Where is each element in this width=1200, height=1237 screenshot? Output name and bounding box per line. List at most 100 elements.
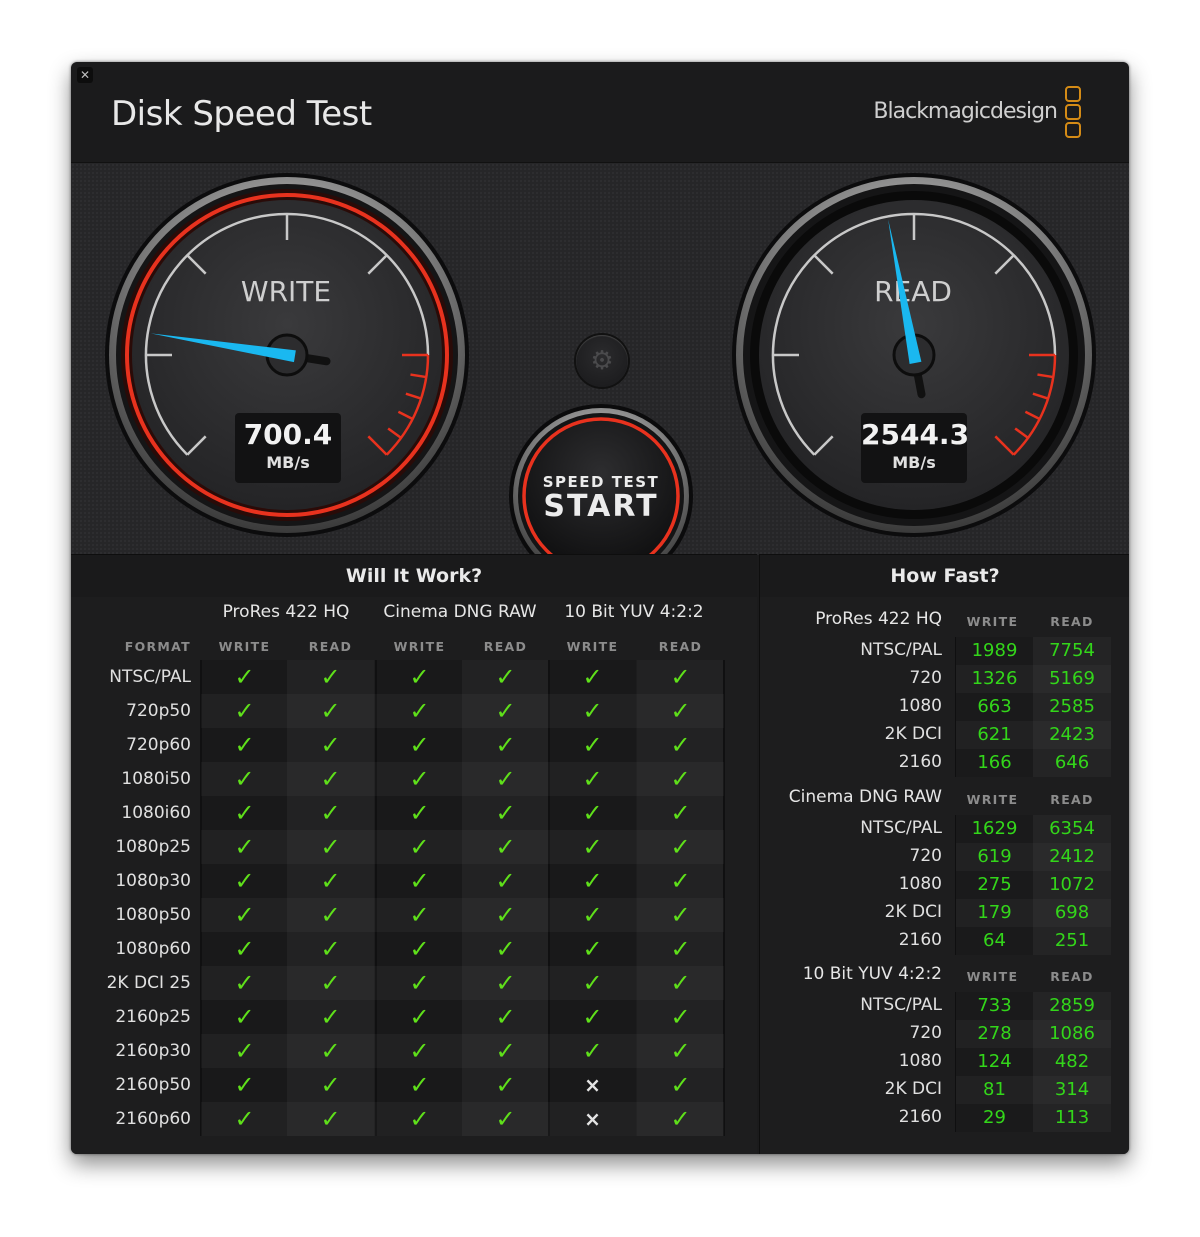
hf-write-header: WRITE [966, 614, 1019, 629]
check-icon: ✓ [670, 1071, 691, 1099]
check-icon: ✓ [495, 663, 516, 691]
cross-icon: × [584, 1107, 601, 1131]
hf-read-value: 2423 [1049, 724, 1095, 745]
hf-read-header: READ [1050, 969, 1094, 984]
check-icon: ✓ [582, 731, 603, 759]
check-icon: ✓ [234, 969, 255, 997]
will-it-work-panel: Will It Work? ProRes 422 HQ WRITE READ Cine… [71, 554, 757, 1154]
wiw-format-label: 2K DCI 25 [106, 973, 191, 993]
check-icon: ✓ [409, 901, 430, 929]
how-fast-title: How Fast? [760, 555, 1129, 597]
check-icon: ✓ [234, 867, 255, 895]
check-icon: ✓ [670, 765, 691, 793]
check-icon: ✓ [409, 1003, 430, 1031]
will-it-work-title: Will It Work? [71, 555, 757, 597]
wiw-col-header: WRITE [566, 639, 619, 654]
check-icon: ✓ [495, 867, 516, 895]
check-icon: ✓ [495, 1105, 516, 1133]
settings-button[interactable]: ⚙ [576, 335, 628, 387]
check-icon: ✓ [495, 935, 516, 963]
hf-write-value: 621 [977, 724, 1012, 745]
wiw-format-label: 720p60 [126, 735, 191, 755]
wiw-col-header: READ [308, 639, 353, 654]
wiw-format-label: 1080i50 [121, 769, 191, 789]
hf-read-value: 5169 [1049, 668, 1095, 689]
how-fast-panel: How Fast? ProRes 422 HQ WRITE READ NTSC/PAL… [759, 554, 1129, 1154]
gear-icon: ⚙ [590, 346, 614, 376]
check-icon: ✓ [320, 833, 341, 861]
check-icon: ✓ [409, 731, 430, 759]
hf-group-header: Cinema DNG RAW [788, 787, 942, 807]
hf-read-value: 251 [1054, 930, 1090, 951]
check-icon: ✓ [495, 833, 516, 861]
hf-format-label: 1080 [898, 874, 942, 894]
hf-read-value: 482 [1054, 1051, 1090, 1072]
hf-format-label: 720 [909, 846, 942, 866]
hf-format-label: 2160 [898, 752, 942, 772]
check-icon: ✓ [409, 663, 430, 691]
hf-read-value: 113 [1054, 1107, 1090, 1128]
check-icon: ✓ [495, 901, 516, 929]
hf-format-label: 720 [909, 668, 942, 688]
wiw-format-label: 2160p30 [115, 1041, 191, 1061]
hf-format-label: 2K DCI [884, 902, 942, 922]
write-gauge-label: WRITE [240, 275, 332, 308]
wiw-format-label: 1080i60 [121, 803, 191, 823]
check-icon: ✓ [582, 1003, 603, 1031]
check-icon: ✓ [409, 935, 430, 963]
hf-write-value: 1629 [971, 818, 1018, 839]
check-icon: ✓ [320, 1071, 341, 1099]
check-icon: ✓ [234, 765, 255, 793]
check-icon: ✓ [234, 731, 255, 759]
hf-write-header: WRITE [966, 792, 1019, 807]
hf-read-header: READ [1050, 792, 1094, 807]
wiw-format-label: 1080p60 [115, 939, 191, 959]
hf-format-label: 2K DCI [884, 1079, 942, 1099]
wiw-format-label: 2160p60 [115, 1109, 191, 1129]
read-gauge-label: READ [874, 275, 952, 308]
window-title: Disk Speed Test [111, 94, 372, 134]
check-icon: ✓ [582, 833, 603, 861]
check-icon: ✓ [320, 935, 341, 963]
hf-read-value: 646 [1054, 752, 1090, 773]
wiw-format-label: NTSC/PAL [109, 667, 191, 687]
hf-read-value: 1086 [1049, 1023, 1095, 1044]
check-icon: ✓ [495, 799, 516, 827]
check-icon: ✓ [234, 697, 255, 725]
hf-write-value: 166 [977, 752, 1012, 773]
hf-format-label: 720 [909, 1023, 942, 1043]
check-icon: ✓ [670, 969, 691, 997]
check-icon: ✓ [670, 731, 691, 759]
close-button[interactable]: ✕ [77, 67, 93, 83]
check-icon: ✓ [234, 1003, 255, 1031]
brand-logo-icon [1065, 86, 1083, 140]
check-icon: ✓ [495, 697, 516, 725]
hf-format-label: 1080 [898, 1051, 942, 1071]
wiw-format-label: 1080p50 [115, 905, 191, 925]
hf-write-value: 733 [977, 995, 1012, 1016]
check-icon: ✓ [409, 969, 430, 997]
check-icon: ✓ [582, 697, 603, 725]
gauge-area: ⚙ SPEED TEST START WRITE 700.4 MB/s READ… [71, 162, 1129, 555]
hf-write-value: 275 [977, 874, 1012, 895]
check-icon: ✓ [320, 697, 341, 725]
hf-read-value: 314 [1054, 1079, 1090, 1100]
wiw-col-header: READ [483, 639, 528, 654]
wiw-col-header: WRITE [393, 639, 446, 654]
check-icon: ✓ [409, 833, 430, 861]
check-icon: ✓ [670, 1037, 691, 1065]
check-icon: ✓ [234, 1071, 255, 1099]
hf-group-header: ProRes 422 HQ [815, 609, 942, 629]
hf-format-label: 2160 [898, 930, 942, 950]
check-icon: ✓ [320, 663, 341, 691]
check-icon: ✓ [320, 799, 341, 827]
check-icon: ✓ [670, 1105, 691, 1133]
wiw-group-header: Cinema DNG RAW [383, 602, 537, 622]
check-icon: ✓ [320, 901, 341, 929]
check-icon: ✓ [670, 901, 691, 929]
check-icon: ✓ [409, 1105, 430, 1133]
hf-read-value: 2412 [1049, 846, 1095, 867]
check-icon: ✓ [582, 765, 603, 793]
check-icon: ✓ [409, 1037, 430, 1065]
hf-format-label: 1080 [898, 696, 942, 716]
